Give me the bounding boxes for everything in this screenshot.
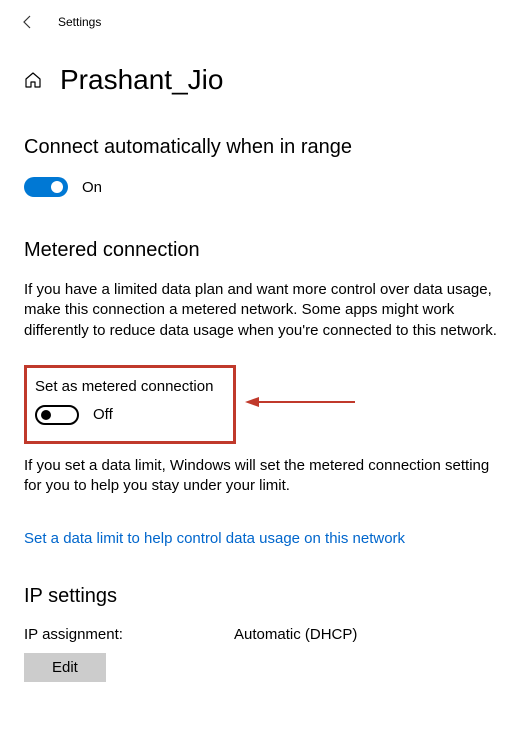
auto-connect-toggle[interactable] [24,177,68,197]
metered-state-label: Off [93,406,113,423]
metered-toggle-label: Set as metered connection [35,378,225,395]
ip-assignment-value: Automatic (DHCP) [234,626,357,643]
page-title: Prashant_Jio [60,64,223,96]
metered-description: If you have a limited data plan and want… [24,280,507,341]
metered-below-text: If you set a data limit, Windows will se… [24,456,507,497]
page-header: Prashant_Jio [0,38,531,104]
titlebar-label: Settings [58,15,101,29]
annotation-highlight-box: Set as metered connection Off [24,365,236,444]
metered-toggle-row: Off [35,405,225,425]
ip-assignment-label: IP assignment: [24,626,234,643]
section-heading-ip: IP settings [24,585,507,608]
back-arrow-icon[interactable] [20,14,36,30]
auto-connect-state-label: On [82,179,102,196]
data-limit-link[interactable]: Set a data limit to help control data us… [24,530,405,547]
ip-assignment-row: IP assignment: Automatic (DHCP) [24,626,507,643]
home-icon [24,71,42,89]
titlebar: Settings [0,0,531,38]
metered-toggle[interactable] [35,405,79,425]
annotation-arrow-icon [245,394,355,410]
ip-edit-button[interactable]: Edit [24,653,106,682]
section-heading-auto-connect: Connect automatically when in range [24,136,507,159]
auto-connect-toggle-row: On [24,177,507,197]
section-heading-metered: Metered connection [24,239,507,262]
